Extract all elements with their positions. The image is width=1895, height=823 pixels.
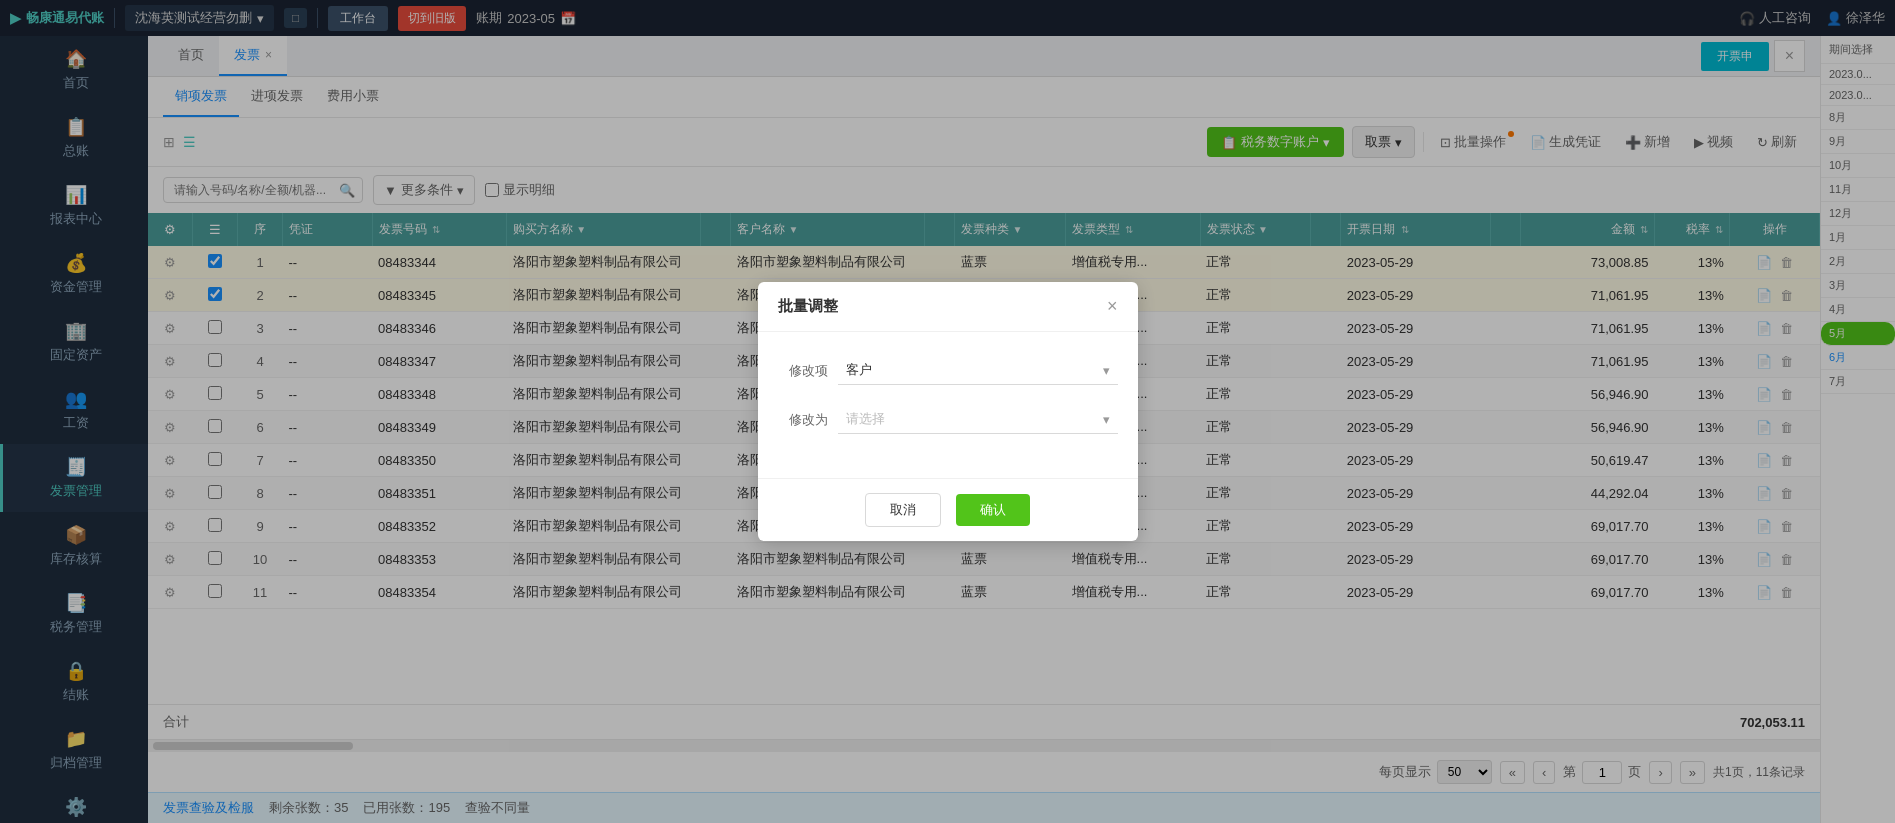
confirm-btn[interactable]: 确认 <box>956 494 1030 526</box>
form-row-field: 修改项 客户 ▾ <box>778 356 1118 385</box>
modal-overlay: 批量调整 × 修改项 客户 ▾ 修改为 请选择 ▾ 取消 确认 <box>0 0 1895 823</box>
value-label: 修改为 <box>778 411 828 429</box>
batch-adjust-modal: 批量调整 × 修改项 客户 ▾ 修改为 请选择 ▾ 取消 确认 <box>758 282 1138 541</box>
modal-body: 修改项 客户 ▾ 修改为 请选择 ▾ <box>758 332 1138 478</box>
form-row-value: 修改为 请选择 ▾ <box>778 405 1118 434</box>
field-label: 修改项 <box>778 362 828 380</box>
modal-title: 批量调整 <box>778 297 838 316</box>
modal-close-btn[interactable]: × <box>1107 296 1118 317</box>
field-select[interactable]: 客户 ▾ <box>838 356 1118 385</box>
chevron-down-icon5: ▾ <box>1103 363 1110 378</box>
value-select[interactable]: 请选择 ▾ <box>838 405 1118 434</box>
chevron-down-icon6: ▾ <box>1103 412 1110 427</box>
cancel-btn[interactable]: 取消 <box>865 493 941 527</box>
modal-footer: 取消 确认 <box>758 478 1138 541</box>
modal-header: 批量调整 × <box>758 282 1138 332</box>
